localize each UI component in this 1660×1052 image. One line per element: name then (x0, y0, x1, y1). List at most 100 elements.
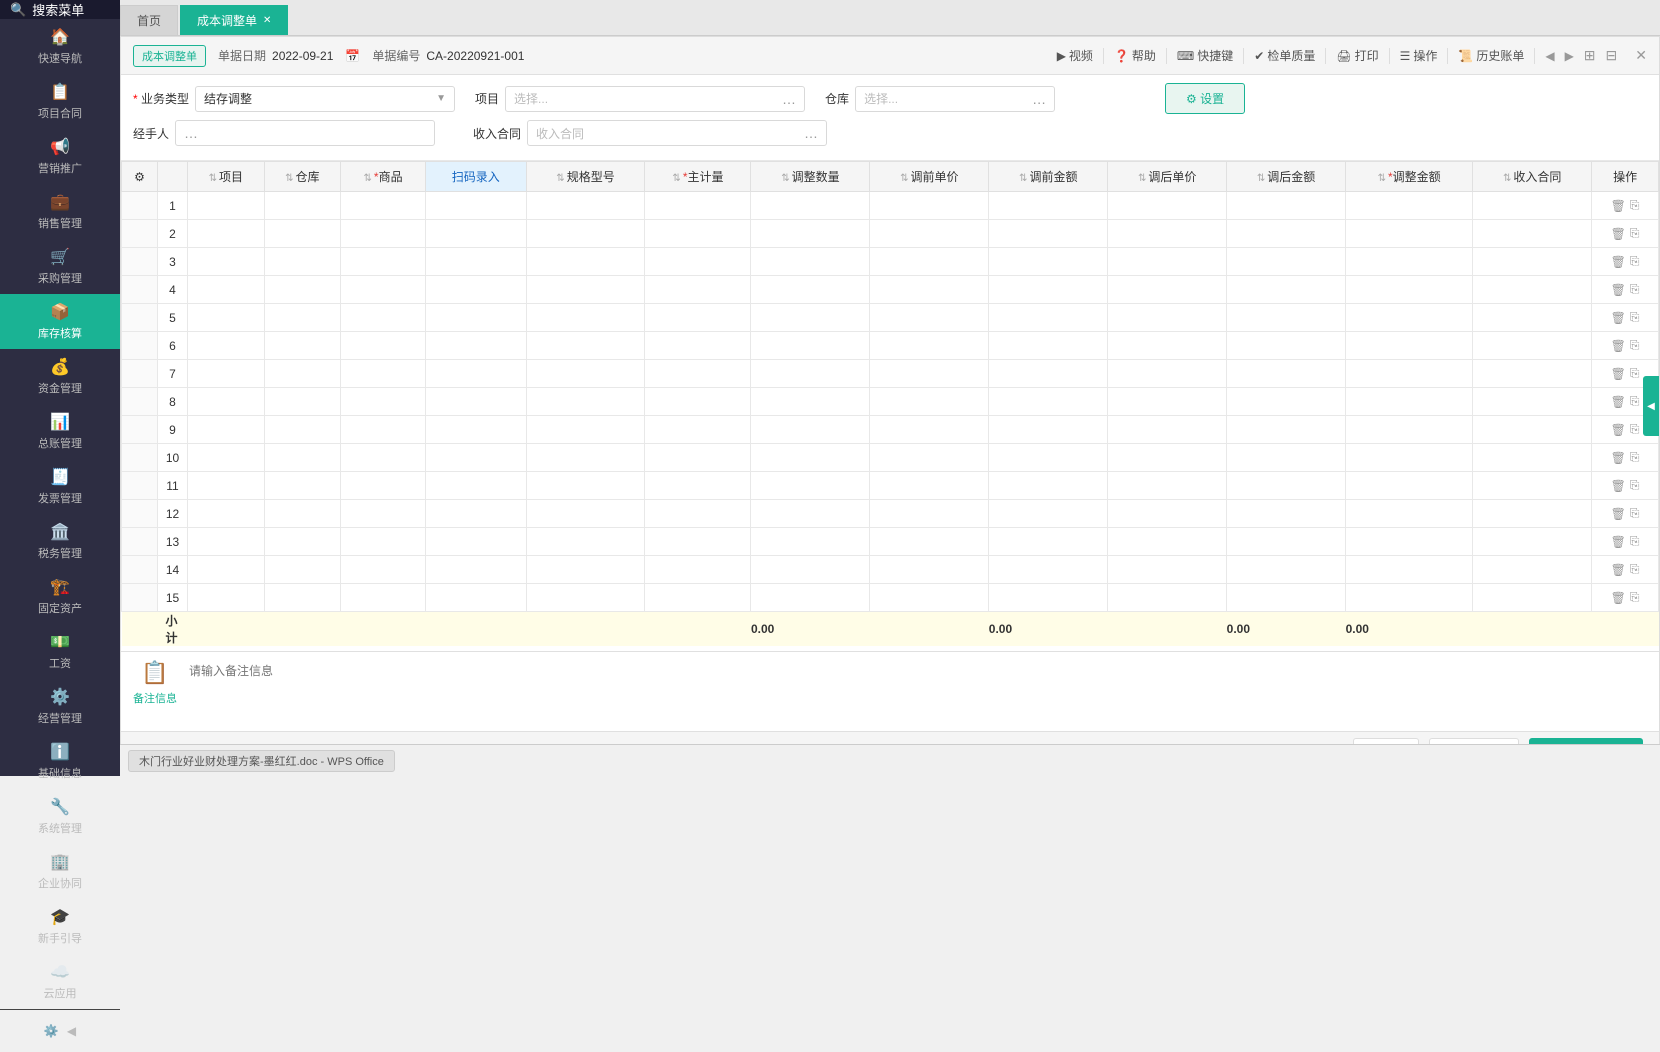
delete-icon[interactable]: 🗑 (1611, 479, 1626, 493)
row-spec[interactable] (526, 192, 645, 220)
project-select[interactable]: 选择... … (505, 86, 805, 112)
row-after-amount[interactable] (1227, 276, 1346, 304)
help-action[interactable]: ❓ 帮助 (1114, 47, 1156, 64)
row-project[interactable] (188, 276, 265, 304)
delete-icon[interactable]: 🗑 (1611, 451, 1626, 465)
row-unit[interactable] (645, 304, 751, 332)
row-unit[interactable] (645, 388, 751, 416)
row-income-contract[interactable] (1473, 528, 1592, 556)
row-adjust-qty[interactable] (751, 276, 870, 304)
row-spec[interactable] (526, 248, 645, 276)
row-unit[interactable] (645, 220, 751, 248)
row-adjust-qty[interactable] (751, 304, 870, 332)
row-product[interactable] (341, 472, 426, 500)
settings-btn[interactable]: ⚙ 设置 (1165, 83, 1245, 114)
row-product[interactable] (341, 220, 426, 248)
delete-icon[interactable]: 🗑 (1611, 311, 1626, 325)
row-before-price[interactable] (870, 528, 989, 556)
sidebar-item-quick-nav[interactable]: 🏠 快速导航 (0, 19, 120, 74)
row-product[interactable] (341, 332, 426, 360)
row-unit[interactable] (645, 500, 751, 528)
row-before-price[interactable] (870, 276, 989, 304)
sidebar-item-inventory[interactable]: 📦 库存核算 (0, 294, 120, 349)
row-after-amount[interactable] (1227, 472, 1346, 500)
sidebar-item-system[interactable]: 🔧 系统管理 (0, 789, 120, 844)
row-income-contract[interactable] (1473, 388, 1592, 416)
print-action[interactable]: 🖨 打印 (1336, 47, 1378, 64)
sidebar-item-invoice[interactable]: 🧾 发票管理 (0, 459, 120, 514)
row-before-amount[interactable] (989, 556, 1108, 584)
copy-icon[interactable]: ⎘ (1630, 338, 1640, 353)
row-before-amount[interactable] (989, 360, 1108, 388)
row-after-amount[interactable] (1227, 444, 1346, 472)
row-unit[interactable] (645, 360, 751, 388)
row-warehouse[interactable] (264, 304, 341, 332)
copy-icon[interactable]: ⎘ (1630, 226, 1640, 241)
row-spec[interactable] (526, 416, 645, 444)
row-after-price[interactable] (1108, 584, 1227, 612)
row-scan[interactable] (425, 192, 526, 220)
row-warehouse[interactable] (264, 276, 341, 304)
copy-icon[interactable]: ⎘ (1630, 254, 1640, 269)
row-scan[interactable] (425, 416, 526, 444)
row-income-contract[interactable] (1473, 472, 1592, 500)
close-window-btn[interactable]: ✕ (1635, 47, 1647, 64)
row-adjust-amount[interactable] (1346, 444, 1473, 472)
operate-action[interactable]: ☰ 操作 (1400, 47, 1438, 64)
sidebar-item-basic-info[interactable]: ℹ️ 基础信息 (0, 734, 120, 789)
row-project[interactable] (188, 360, 265, 388)
row-before-price[interactable] (870, 332, 989, 360)
row-after-price[interactable] (1108, 192, 1227, 220)
row-warehouse[interactable] (264, 528, 341, 556)
row-warehouse[interactable] (264, 556, 341, 584)
row-adjust-amount[interactable] (1346, 500, 1473, 528)
sidebar-search-label[interactable]: 搜索菜单 (32, 0, 84, 19)
row-income-contract[interactable] (1473, 304, 1592, 332)
row-adjust-qty[interactable] (751, 528, 870, 556)
row-product[interactable] (341, 416, 426, 444)
row-warehouse[interactable] (264, 444, 341, 472)
row-scan[interactable] (425, 556, 526, 584)
sidebar-item-newbie[interactable]: 🎓 新手引导 (0, 899, 120, 954)
sidebar-item-purchase[interactable]: 🛒 采购管理 (0, 239, 120, 294)
sidebar-item-marketing[interactable]: 📢 营销推广 (0, 129, 120, 184)
row-product[interactable] (341, 276, 426, 304)
row-scan[interactable] (425, 472, 526, 500)
row-after-price[interactable] (1108, 528, 1227, 556)
row-warehouse[interactable] (264, 220, 341, 248)
row-adjust-qty[interactable] (751, 472, 870, 500)
row-scan[interactable] (425, 528, 526, 556)
tab-close-icon[interactable]: ✕ (263, 15, 271, 26)
row-after-amount[interactable] (1227, 528, 1346, 556)
expand-btn[interactable]: ⊞ (1584, 47, 1596, 64)
row-adjust-qty[interactable] (751, 360, 870, 388)
copy-icon[interactable]: ⎘ (1630, 394, 1640, 409)
row-adjust-qty[interactable] (751, 332, 870, 360)
sidebar-item-sales[interactable]: 💼 销售管理 (0, 184, 120, 239)
row-adjust-amount[interactable] (1346, 556, 1473, 584)
row-before-amount[interactable] (989, 220, 1108, 248)
row-before-amount[interactable] (989, 192, 1108, 220)
row-product[interactable] (341, 584, 426, 612)
row-before-price[interactable] (870, 500, 989, 528)
row-after-price[interactable] (1108, 304, 1227, 332)
row-adjust-amount[interactable] (1346, 388, 1473, 416)
row-unit[interactable] (645, 528, 751, 556)
delete-icon[interactable]: 🗑 (1611, 395, 1626, 409)
row-before-amount[interactable] (989, 500, 1108, 528)
row-project[interactable] (188, 332, 265, 360)
delete-icon[interactable]: 🗑 (1611, 591, 1626, 605)
row-spec[interactable] (526, 276, 645, 304)
row-scan[interactable] (425, 444, 526, 472)
row-product[interactable] (341, 388, 426, 416)
sidebar-settings[interactable]: ⚙️ ◀ (0, 1016, 120, 1046)
row-scan[interactable] (425, 584, 526, 612)
row-before-price[interactable] (870, 192, 989, 220)
row-adjust-qty[interactable] (751, 192, 870, 220)
copy-icon[interactable]: ⎘ (1630, 310, 1640, 325)
row-project[interactable] (188, 472, 265, 500)
row-warehouse[interactable] (264, 192, 341, 220)
row-income-contract[interactable] (1473, 444, 1592, 472)
tab-home[interactable]: 首页 (120, 5, 178, 35)
row-after-amount[interactable] (1227, 360, 1346, 388)
